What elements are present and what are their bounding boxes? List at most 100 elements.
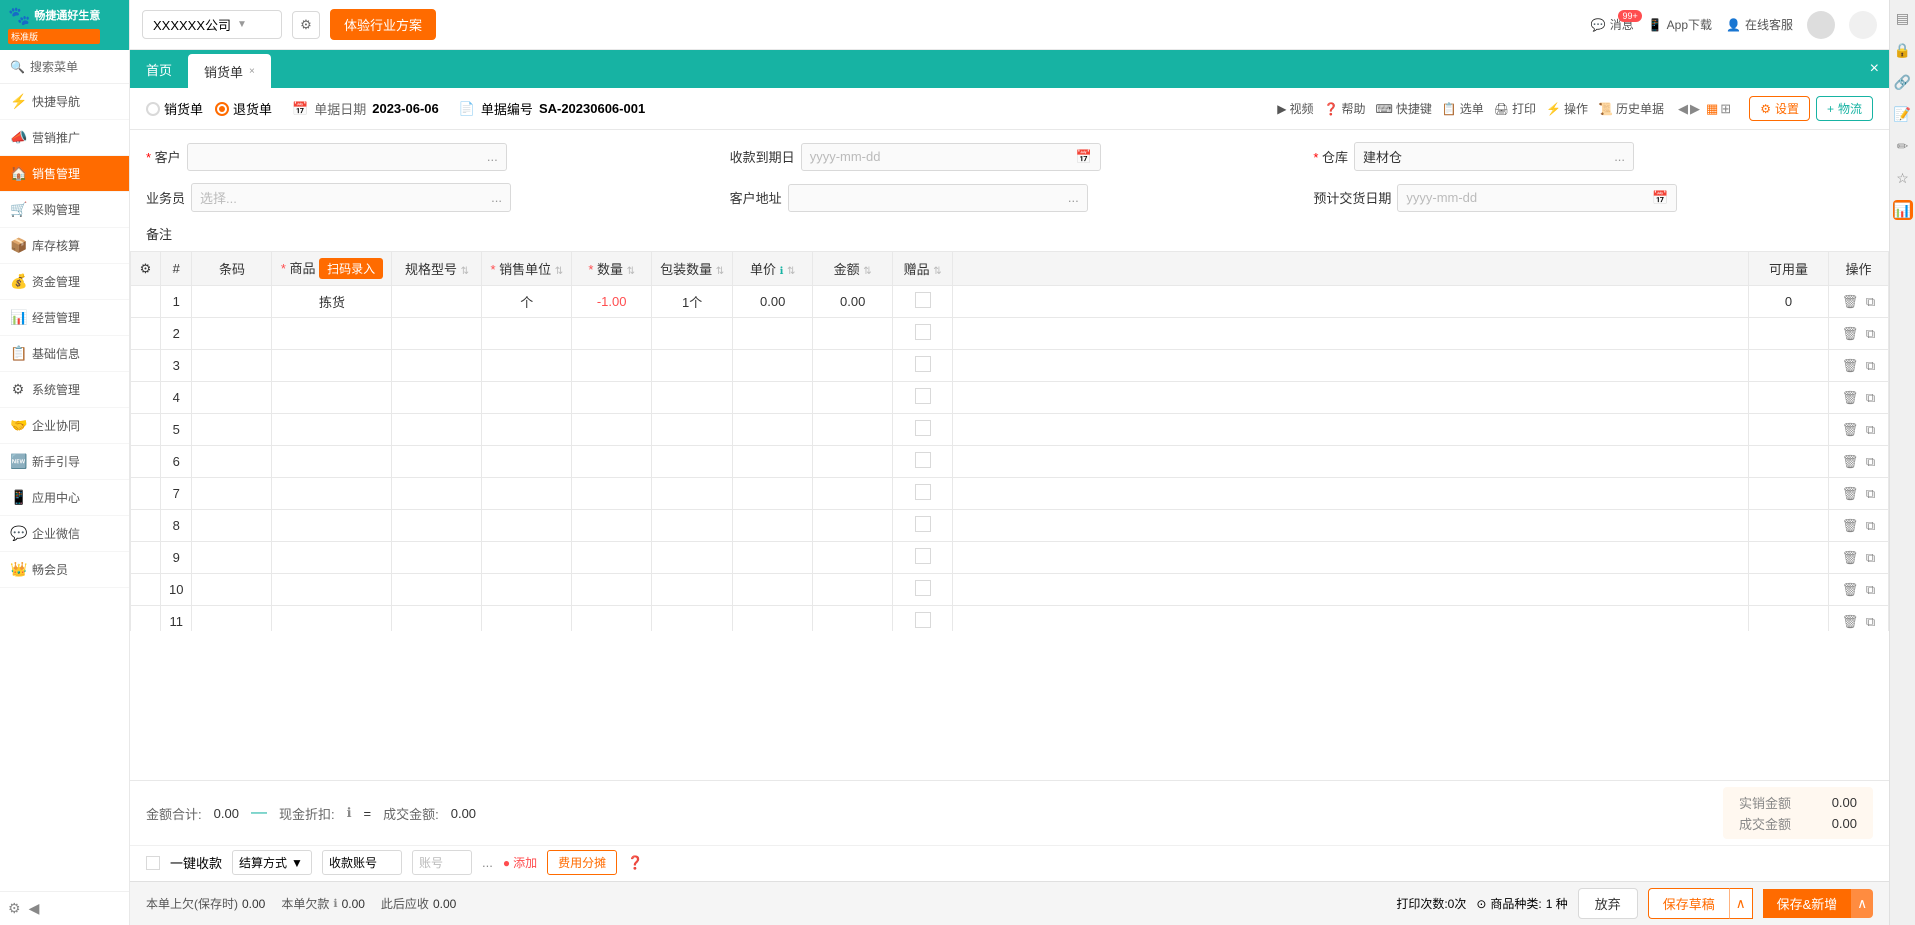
row-pkg-qty[interactable] [652,414,733,446]
row-unit[interactable] [482,510,572,542]
row-spec[interactable] [392,542,482,574]
right-panel-icon-3[interactable]: 🔗 [1893,72,1913,92]
row-product[interactable] [272,478,392,510]
copy-icon[interactable]: ⧉ [1866,454,1875,469]
row-qty[interactable] [572,542,652,574]
row-price[interactable]: 0.00 [733,286,813,318]
copy-icon[interactable]: ⧉ [1866,390,1875,405]
sidebar-item-sales-mgmt[interactable]: 🏠销售管理 [0,156,129,192]
right-panel-icon-1[interactable]: ▤ [1893,8,1913,28]
row-price[interactable] [733,382,813,414]
online-service-button[interactable]: 👤 在线客服 [1726,16,1793,33]
sidebar-item-enterprise-wx[interactable]: 💬企业微信 [0,516,129,552]
salesman-input[interactable]: 选择... ... [191,183,511,212]
row-unit[interactable] [482,606,572,632]
row-amount[interactable] [813,446,893,478]
row-product[interactable]: 拣货 [272,286,392,318]
flow-button[interactable]: + 物流 [1816,96,1873,121]
row-amount[interactable]: 0.00 [813,286,893,318]
row-gift[interactable] [893,478,953,510]
sidebar-item-quick-nav[interactable]: ⚡快捷导航 [0,84,129,120]
sidebar-item-marketing[interactable]: 📣营销推广 [0,120,129,156]
history-action[interactable]: 📜 历史单据 [1598,100,1664,117]
settings-bottom-icon[interactable]: ⚙ [8,900,21,917]
customer-input[interactable]: ... [187,143,507,171]
expected-date-input[interactable]: yyyy-mm-dd 📅 [1397,184,1677,212]
tab-close-icon[interactable]: × [249,66,255,77]
delete-icon[interactable]: 🗑 [1842,454,1859,469]
tab-home[interactable]: 首页 [130,50,188,88]
row-amount[interactable] [813,606,893,632]
row-qty[interactable] [572,382,652,414]
row-spec[interactable] [392,414,482,446]
row-pkg-qty[interactable] [652,606,733,632]
row-gift[interactable] [893,574,953,606]
user-icon[interactable] [1849,11,1877,39]
row-pkg-qty[interactable] [652,574,733,606]
settings-button[interactable]: ⚙ 设置 [1749,96,1810,121]
add-payment-button[interactable]: ● 添加 [503,854,537,871]
radio-return-order[interactable]: 退货单 [215,99,272,118]
row-pkg-qty[interactable] [652,478,733,510]
row-qty[interactable]: -1.00 [572,286,652,318]
help-action[interactable]: ❓ 帮助 [1324,100,1366,117]
sidebar-item-member[interactable]: 👑畅会员 [0,552,129,588]
delete-icon[interactable]: 🗑 [1842,326,1859,341]
right-panel-icon-5[interactable]: ✏ [1893,136,1913,156]
left-arrow-icon[interactable]: ◀ [1678,101,1688,117]
row-unit[interactable] [482,414,572,446]
shortcut-action[interactable]: ⌨ 快捷键 [1375,100,1431,117]
copy-icon[interactable]: ⧉ [1866,486,1875,501]
row-spec[interactable] [392,382,482,414]
row-qty[interactable] [572,350,652,382]
row-gift[interactable] [893,414,953,446]
row-pkg-qty[interactable] [652,382,733,414]
save-new-chevron[interactable]: ∧ [1851,889,1873,918]
row-barcode[interactable] [192,478,272,510]
row-pkg-qty[interactable] [652,318,733,350]
row-spec[interactable] [392,478,482,510]
row-product[interactable] [272,382,392,414]
row-pkg-qty[interactable] [652,350,733,382]
save-draft-button[interactable]: 保存草稿 [1648,888,1729,919]
copy-icon[interactable]: ⧉ [1866,294,1875,309]
row-amount[interactable] [813,350,893,382]
avatar[interactable] [1807,11,1835,39]
row-price[interactable] [733,350,813,382]
row-gift[interactable] [893,446,953,478]
collapse-icon[interactable]: ◀ [29,900,40,917]
sidebar-item-app-center[interactable]: 📱应用中心 [0,480,129,516]
delete-icon[interactable]: 🗑 [1842,294,1859,309]
row-price[interactable] [733,510,813,542]
row-barcode[interactable] [192,510,272,542]
row-barcode[interactable] [192,414,272,446]
row-amount[interactable] [813,574,893,606]
th-settings[interactable]: ⚙ [131,252,161,286]
row-pkg-qty[interactable]: 1个 [652,286,733,318]
row-barcode[interactable] [192,286,272,318]
delete-icon[interactable]: 🗑 [1842,518,1859,533]
row-barcode[interactable] [192,446,272,478]
tab-bar-close-icon[interactable]: × [1870,60,1879,78]
payment-method-select[interactable]: 结算方式 ▼ [232,850,312,875]
right-panel-icon-6[interactable]: ☆ [1893,168,1913,188]
delete-icon[interactable]: 🗑 [1842,422,1859,437]
copy-icon[interactable]: ⧉ [1866,326,1875,341]
sidebar-search[interactable]: 🔍 搜索菜单 [0,50,129,84]
row-gift[interactable] [893,606,953,632]
row-unit[interactable] [482,574,572,606]
radio-sales-order[interactable]: 销货单 [146,99,203,118]
row-product[interactable] [272,350,392,382]
copy-icon[interactable]: ⧉ [1866,358,1875,373]
payment-due-input[interactable]: yyyy-mm-dd 📅 [801,143,1101,171]
payment-account-select[interactable]: 收款账号 [322,850,402,875]
scan-button[interactable]: 扫码录入 [319,258,383,279]
row-unit[interactable]: 个 [482,286,572,318]
sidebar-item-finance-mgmt[interactable]: 💰资金管理 [0,264,129,300]
row-spec[interactable] [392,446,482,478]
row-gift[interactable] [893,286,953,318]
row-amount[interactable] [813,478,893,510]
copy-icon[interactable]: ⧉ [1866,422,1875,437]
row-unit[interactable] [482,446,572,478]
delete-icon[interactable]: 🗑 [1842,486,1859,501]
